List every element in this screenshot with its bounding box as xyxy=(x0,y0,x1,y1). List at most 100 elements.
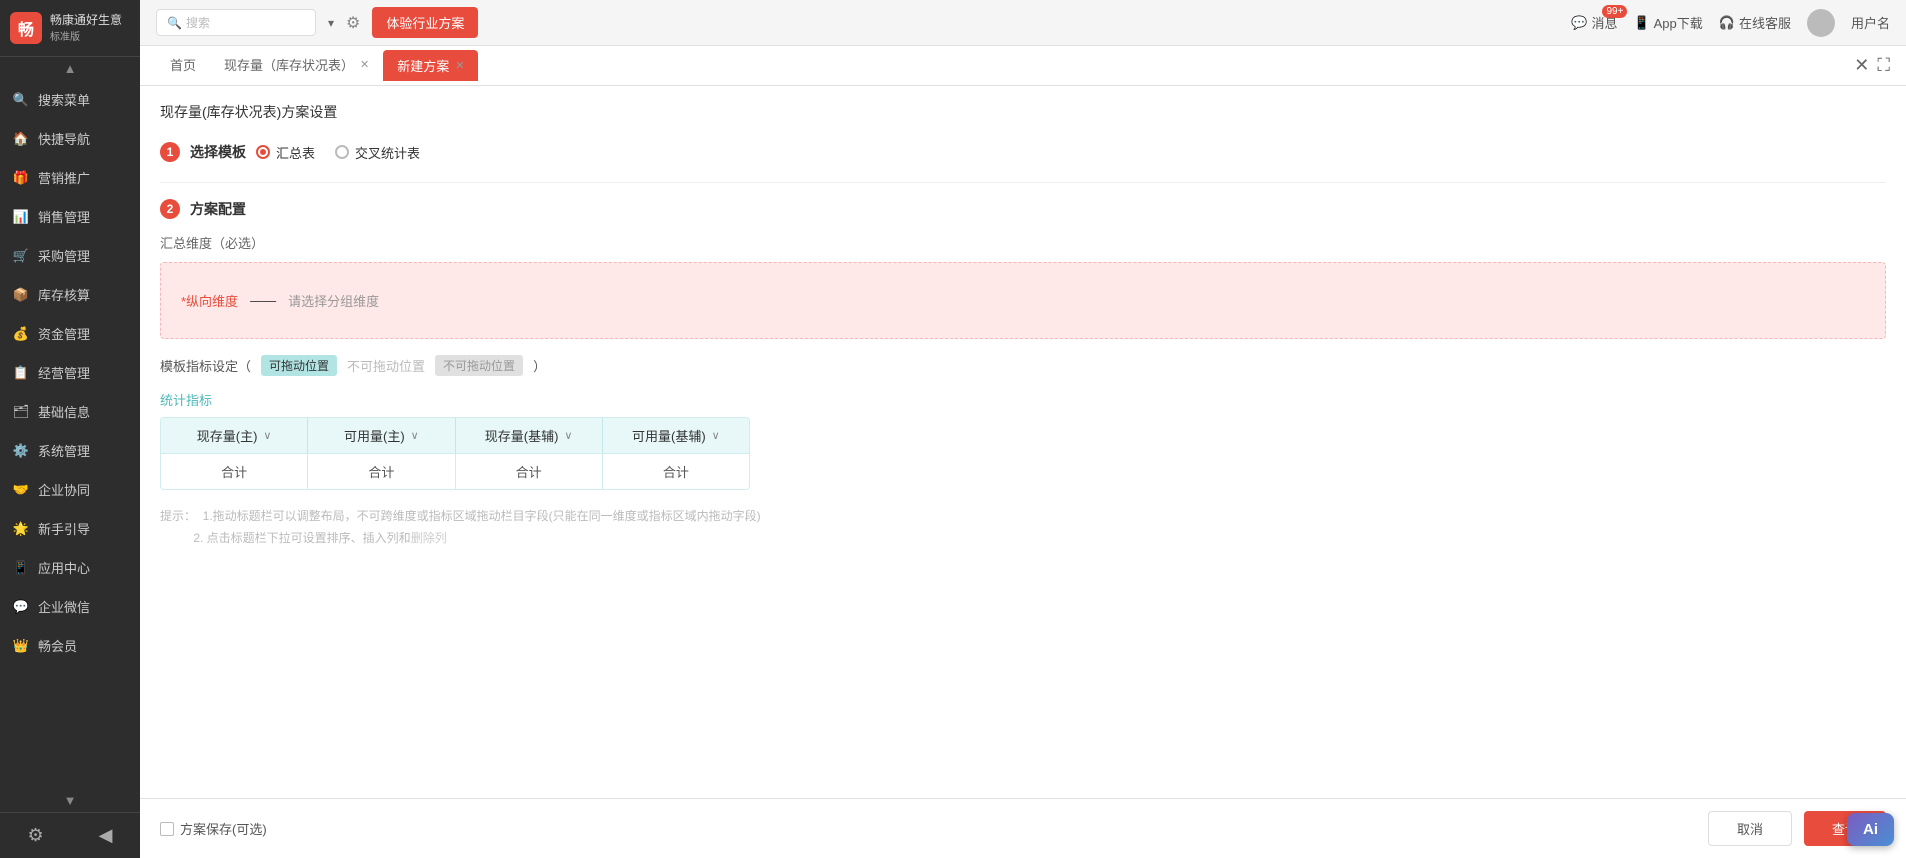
header-search-bar[interactable]: 🔍 搜索 xyxy=(156,9,316,36)
sidebar-item-system[interactable]: ⚙️ 系统管理 xyxy=(0,431,140,470)
sidebar-item-label: 新手引导 xyxy=(38,519,90,538)
stat-col-label-3: 可用量(基辅) xyxy=(632,426,706,445)
tab-home[interactable]: 首页 xyxy=(156,47,210,84)
sidebar-item-sales[interactable]: 📊 销售管理 xyxy=(0,197,140,236)
indicator-close-paren: ） xyxy=(533,356,546,375)
headset-icon: 🎧 xyxy=(1719,15,1735,31)
page-footer: 方案保存(可选) 取消 查询 xyxy=(140,798,1906,858)
tab-bar-expand-btn[interactable]: ⛶ xyxy=(1877,55,1890,76)
tab-bar-close-btn[interactable]: ✕ xyxy=(1854,55,1869,76)
sidebar-footer: ⚙ ◀ xyxy=(0,812,140,858)
sidebar-item-search[interactable]: 🔍 搜索菜单 xyxy=(0,80,140,119)
ai-fab-button[interactable]: Ai xyxy=(1847,813,1894,846)
radio-summary-dot xyxy=(256,145,270,159)
step1-header: 1 选择模板 汇总表 交叉统计表 xyxy=(160,142,1886,162)
stat-col-0[interactable]: 现存量(主) ∨ xyxy=(161,418,308,453)
sidebar-item-shortcut[interactable]: 🏠 快捷导航 xyxy=(0,119,140,158)
radio-cross[interactable]: 交叉统计表 xyxy=(335,143,420,162)
radio-summary[interactable]: 汇总表 xyxy=(256,143,315,162)
draggable-badge: 可拖动位置 xyxy=(261,355,337,376)
step1-badge: 1 xyxy=(160,142,180,162)
sidebar-item-newbie[interactable]: 🌟 新手引导 xyxy=(0,509,140,548)
tab-new-close[interactable]: ✕ xyxy=(455,59,464,72)
search-icon: 🔍 xyxy=(12,91,30,109)
header-gear-btn[interactable]: ⚙ xyxy=(346,13,360,33)
sidebar-item-label: 基础信息 xyxy=(38,402,90,421)
trial-btn[interactable]: 体验行业方案 xyxy=(372,7,478,38)
sidebar-item-label: 企业微信 xyxy=(38,597,90,616)
sidebar-item-label: 营销推广 xyxy=(38,168,90,187)
header-service-btn[interactable]: 🎧 在线客服 xyxy=(1719,13,1791,32)
stat-table-row-0: 合计 合计 合计 合计 xyxy=(161,453,749,489)
sidebar: 畅 畅康通好生意 标准版 ▲ 🔍 搜索菜单 🏠 快捷导航 🎁 营销推广 📊 销售… xyxy=(0,0,140,858)
save-checkbox[interactable]: 方案保存(可选) xyxy=(160,819,267,838)
stat-col-label-0: 现存量(主) xyxy=(197,426,258,445)
stat-cell-0-0: 合计 xyxy=(161,454,308,489)
app-version: 标准版 xyxy=(50,28,122,43)
sidebar-settings-btn[interactable]: ⚙ xyxy=(20,821,52,850)
sidebar-scroll-down[interactable]: ▼ xyxy=(0,789,140,812)
star-icon: 🌟 xyxy=(12,520,30,538)
tab-inventory-status[interactable]: 现存量（库存状况表） ✕ xyxy=(210,47,383,84)
indicator-setting-row: 模板指标设定（ 可拖动位置 不可拖动位置 不可拖动位置 ） xyxy=(160,355,1886,376)
sidebar-item-label: 经营管理 xyxy=(38,363,90,382)
sidebar-item-label: 库存核算 xyxy=(38,285,90,304)
indicator-label: 模板指标设定（ xyxy=(160,356,251,375)
search-icon: 🔍 xyxy=(167,16,182,30)
radio-cross-dot xyxy=(335,145,349,159)
dimension-title: 汇总维度（必选） xyxy=(160,233,1886,252)
tab-new-plan[interactable]: 新建方案 ✕ xyxy=(383,50,478,81)
stat-col-2[interactable]: 现存量(基辅) ∨ xyxy=(456,418,603,453)
sidebar-scroll-up[interactable]: ▲ xyxy=(0,57,140,80)
dimension-row: *纵向维度 —— 请选择分组维度 xyxy=(181,291,1865,310)
app-label: App下载 xyxy=(1654,13,1703,32)
stat-col-label-1: 可用量(主) xyxy=(344,426,405,445)
tab-inventory-close[interactable]: ✕ xyxy=(360,58,369,71)
stat-cell-0-3: 合计 xyxy=(603,454,749,489)
sidebar-item-basic[interactable]: 🗂 基础信息 xyxy=(0,392,140,431)
save-label: 方案保存(可选) xyxy=(180,819,267,838)
sidebar-item-wechat[interactable]: 💬 企业微信 xyxy=(0,587,140,626)
sidebar-item-finance[interactable]: 💰 资金管理 xyxy=(0,314,140,353)
crown-icon: 👑 xyxy=(12,637,30,655)
step2-badge: 2 xyxy=(160,199,180,219)
step1-section: 1 选择模板 汇总表 交叉统计表 xyxy=(160,142,1886,162)
sidebar-item-enterprise[interactable]: 🤝 企业协同 xyxy=(0,470,140,509)
sidebar-item-apps[interactable]: 📱 应用中心 xyxy=(0,548,140,587)
tip-line-1: 提示： 1.拖动标题栏可以调整布局，不可跨维度或指标区域拖动栏目字段(只能在同一… xyxy=(160,506,1886,528)
logo-text: 畅康通好生意 标准版 xyxy=(50,13,122,44)
sidebar-item-marketing[interactable]: 🎁 营销推广 xyxy=(0,158,140,197)
nodrag-sep: 不可拖动位置 xyxy=(347,356,425,375)
cart-icon: 🛒 xyxy=(12,247,30,265)
main-container: 🔍 搜索 ▾ ⚙ 体验行业方案 💬 消息 99+ 📱 App下载 🎧 在线客服 … xyxy=(140,0,1906,858)
sidebar-collapse-btn[interactable]: ◀ xyxy=(91,821,121,850)
chevron-icon-2: ∨ xyxy=(564,429,572,442)
sidebar-item-inventory[interactable]: 📦 库存核算 xyxy=(0,275,140,314)
stat-col-1[interactable]: 可用量(主) ∨ xyxy=(308,418,455,453)
template-radio-group: 汇总表 交叉统计表 xyxy=(256,143,420,162)
cancel-button[interactable]: 取消 xyxy=(1708,811,1792,846)
sidebar-item-member[interactable]: 👑 畅会员 xyxy=(0,626,140,665)
radio-cross-label: 交叉统计表 xyxy=(355,143,420,162)
nodrag-badge: 不可拖动位置 xyxy=(435,355,523,376)
chevron-icon-3: ∨ xyxy=(712,429,720,442)
sidebar-item-label: 资金管理 xyxy=(38,324,90,343)
header-username[interactable]: 用户名 xyxy=(1851,13,1890,32)
step1-title: 选择模板 xyxy=(190,142,246,162)
page-title: 现存量(库存状况表)方案设置 xyxy=(160,102,1886,122)
sidebar-logo: 畅 畅康通好生意 标准版 xyxy=(0,0,140,57)
dimension-area[interactable]: *纵向维度 —— 请选择分组维度 xyxy=(160,262,1886,339)
step2-title: 方案配置 xyxy=(190,199,246,219)
sidebar-item-operations[interactable]: 📋 经营管理 xyxy=(0,353,140,392)
header-avatar[interactable] xyxy=(1807,9,1835,37)
stat-col-3[interactable]: 可用量(基辅) ∨ xyxy=(603,418,749,453)
gift-icon: 🎁 xyxy=(12,169,30,187)
page-content: 现存量(库存状况表)方案设置 1 选择模板 汇总表 交叉统计表 xyxy=(140,86,1906,798)
header-app-btn[interactable]: 📱 App下载 xyxy=(1633,13,1702,32)
sidebar-item-purchase[interactable]: 🛒 采购管理 xyxy=(0,236,140,275)
dimension-dash: —— xyxy=(250,293,276,308)
header-msg-btn[interactable]: 💬 消息 99+ xyxy=(1571,13,1617,32)
step2-section: 2 方案配置 汇总维度（必选） *纵向维度 —— 请选择分组维度 模板指标设定（… xyxy=(160,199,1886,549)
save-checkbox-box[interactable] xyxy=(160,822,174,836)
header-dropdown[interactable]: ▾ xyxy=(328,16,334,30)
